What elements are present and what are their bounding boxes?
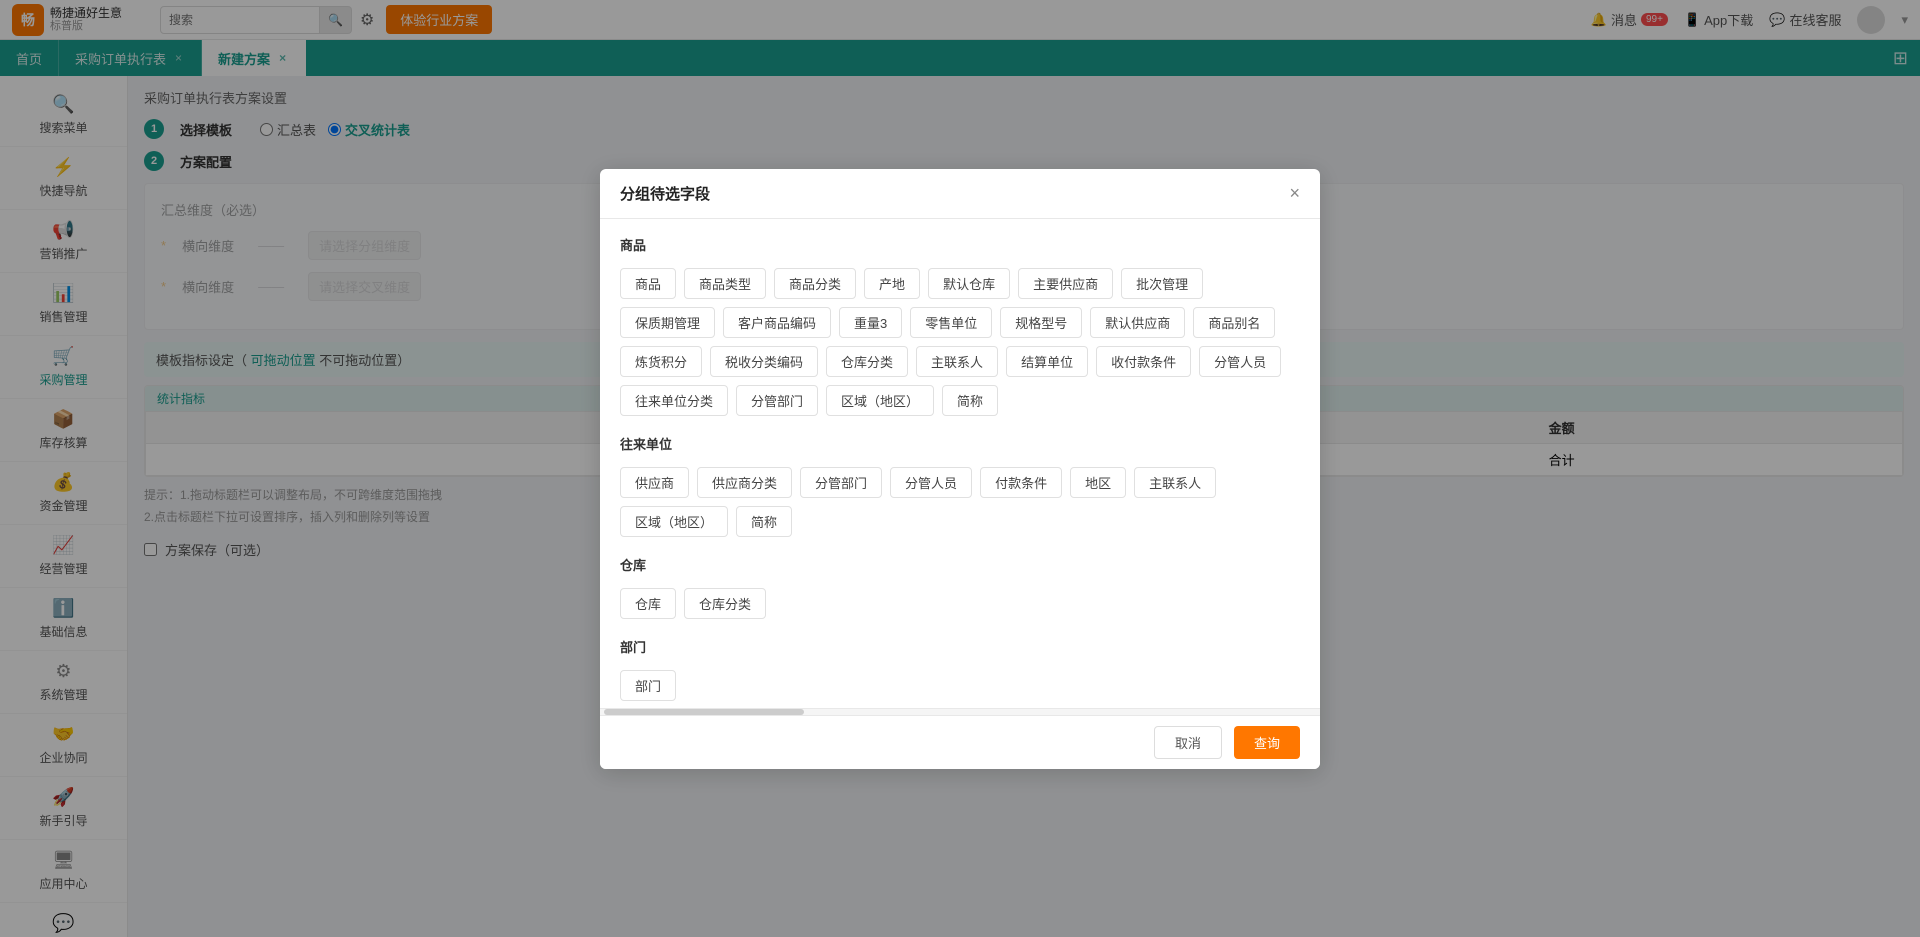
modal-scroll-bottom: [600, 708, 1320, 715]
goods-section-title: 商品: [620, 235, 1300, 258]
department-section-title: 部门: [620, 637, 1300, 660]
field-tag-goods-17[interactable]: 主联系人: [916, 346, 998, 377]
modal-close-button[interactable]: ×: [1289, 184, 1300, 202]
field-tag-goods-19[interactable]: 收付款条件: [1096, 346, 1191, 377]
field-tag-partner-2[interactable]: 分管部门: [800, 467, 882, 498]
field-tag-goods-8[interactable]: 客户商品编码: [723, 307, 831, 338]
field-tag-goods-18[interactable]: 结算单位: [1006, 346, 1088, 377]
field-tag-dept-0[interactable]: 部门: [620, 670, 676, 701]
field-tag-warehouse-0[interactable]: 仓库: [620, 588, 676, 619]
field-tag-goods-11[interactable]: 规格型号: [1000, 307, 1082, 338]
field-tag-goods-13[interactable]: 商品别名: [1193, 307, 1275, 338]
field-section-warehouse: 仓库 仓库 仓库分类: [620, 555, 1300, 619]
modal-overlay: 分组待选字段 × 商品 商品 商品类型 商品分类 产地 默认仓库 主要供应商 批…: [0, 0, 1920, 937]
field-tag-goods-10[interactable]: 零售单位: [910, 307, 992, 338]
field-tag-goods-24[interactable]: 简称: [942, 385, 998, 416]
field-tag-partner-8[interactable]: 简称: [736, 506, 792, 537]
field-tag-goods-15[interactable]: 税收分类编码: [710, 346, 818, 377]
field-section-partners: 往来单位 供应商 供应商分类 分管部门 分管人员 付款条件 地区 主联系人 区域…: [620, 434, 1300, 537]
field-tag-goods-9[interactable]: 重量3: [839, 307, 902, 338]
horizontal-scrollbar-thumb[interactable]: [604, 709, 804, 715]
modal-body: 商品 商品 商品类型 商品分类 产地 默认仓库 主要供应商 批次管理 保质期管理…: [600, 219, 1320, 708]
field-tag-partner-5[interactable]: 地区: [1070, 467, 1126, 498]
goods-field-tags: 商品 商品类型 商品分类 产地 默认仓库 主要供应商 批次管理 保质期管理 客户…: [620, 268, 1300, 416]
modal-dialog: 分组待选字段 × 商品 商品 商品类型 商品分类 产地 默认仓库 主要供应商 批…: [600, 169, 1320, 769]
cancel-button[interactable]: 取消: [1154, 726, 1222, 759]
field-tag-goods-14[interactable]: 炼货积分: [620, 346, 702, 377]
field-tag-goods-22[interactable]: 分管部门: [736, 385, 818, 416]
field-tag-goods-2[interactable]: 商品分类: [774, 268, 856, 299]
field-tag-goods-23[interactable]: 区域（地区）: [826, 385, 934, 416]
field-tag-goods-5[interactable]: 主要供应商: [1018, 268, 1113, 299]
field-tag-goods-0[interactable]: 商品: [620, 268, 676, 299]
field-tag-goods-20[interactable]: 分管人员: [1199, 346, 1281, 377]
field-tag-goods-6[interactable]: 批次管理: [1121, 268, 1203, 299]
field-tag-goods-7[interactable]: 保质期管理: [620, 307, 715, 338]
field-tag-goods-4[interactable]: 默认仓库: [928, 268, 1010, 299]
field-section-goods: 商品 商品 商品类型 商品分类 产地 默认仓库 主要供应商 批次管理 保质期管理…: [620, 235, 1300, 416]
field-tag-partner-3[interactable]: 分管人员: [890, 467, 972, 498]
field-tag-goods-3[interactable]: 产地: [864, 268, 920, 299]
field-tag-goods-1[interactable]: 商品类型: [684, 268, 766, 299]
confirm-button[interactable]: 查询: [1234, 726, 1300, 759]
modal-title: 分组待选字段: [620, 183, 710, 204]
warehouse-field-tags: 仓库 仓库分类: [620, 588, 1300, 619]
field-tag-goods-12[interactable]: 默认供应商: [1090, 307, 1185, 338]
department-field-tags: 部门: [620, 670, 1300, 701]
field-tag-goods-21[interactable]: 往来单位分类: [620, 385, 728, 416]
field-tag-goods-16[interactable]: 仓库分类: [826, 346, 908, 377]
warehouse-section-title: 仓库: [620, 555, 1300, 578]
field-tag-partner-6[interactable]: 主联系人: [1134, 467, 1216, 498]
partners-section-title: 往来单位: [620, 434, 1300, 457]
field-section-department: 部门 部门: [620, 637, 1300, 701]
field-tag-partner-4[interactable]: 付款条件: [980, 467, 1062, 498]
modal-header: 分组待选字段 ×: [600, 169, 1320, 219]
field-tag-warehouse-1[interactable]: 仓库分类: [684, 588, 766, 619]
field-tag-partner-7[interactable]: 区域（地区）: [620, 506, 728, 537]
field-tag-partner-0[interactable]: 供应商: [620, 467, 689, 498]
field-tag-partner-1[interactable]: 供应商分类: [697, 467, 792, 498]
partners-field-tags: 供应商 供应商分类 分管部门 分管人员 付款条件 地区 主联系人 区域（地区） …: [620, 467, 1300, 537]
modal-footer: 取消 查询: [600, 715, 1320, 769]
